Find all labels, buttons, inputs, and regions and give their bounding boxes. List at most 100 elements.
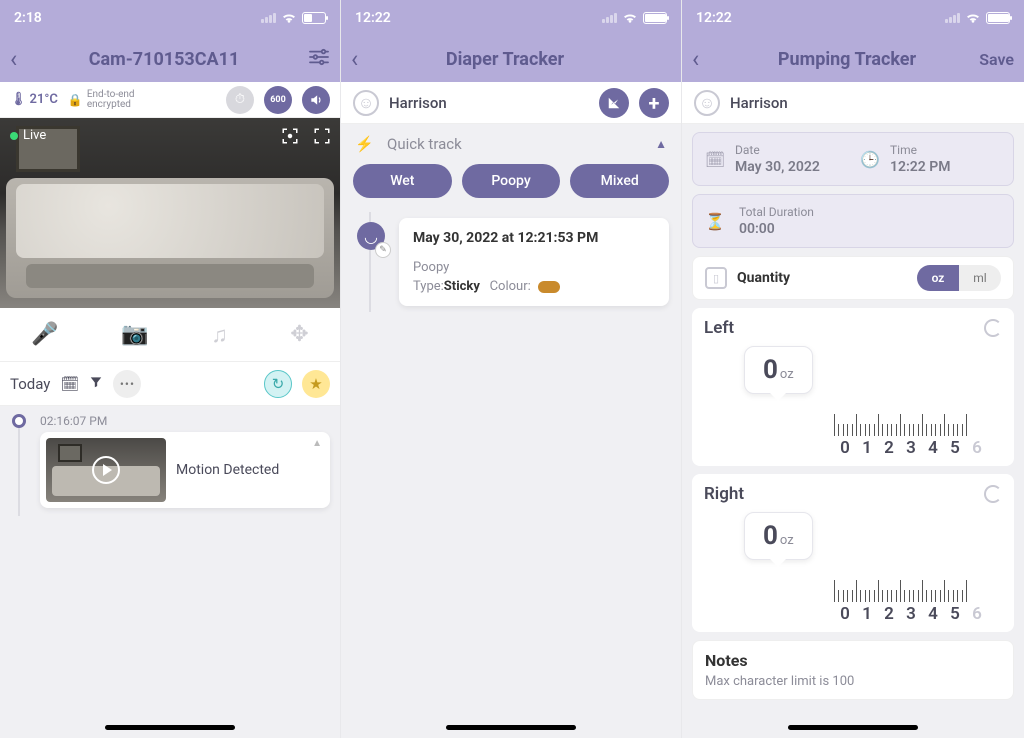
timeline-pin-icon <box>12 414 26 428</box>
battery-icon <box>302 12 326 24</box>
back-button[interactable]: ‹ <box>692 45 720 73</box>
pan-button[interactable]: ✥ <box>290 322 308 347</box>
nav-bar: ‹ Pumping Tracker Save <box>682 36 1024 82</box>
child-selector[interactable]: ☺ Harrison + <box>341 82 681 124</box>
speaker-icon <box>309 93 323 107</box>
left-slider[interactable]: 0123456 <box>704 406 1002 466</box>
signal-icon <box>602 13 617 23</box>
signal-icon <box>261 13 276 23</box>
ruler-numbers: 0123456 <box>834 438 1002 458</box>
settings-button[interactable] <box>290 48 330 70</box>
page-title: Diaper Tracker <box>379 49 631 70</box>
focus-button[interactable] <box>280 126 300 146</box>
video-feed[interactable]: Live <box>0 118 340 308</box>
ruler-ticks <box>834 414 1002 436</box>
back-button[interactable]: ‹ <box>10 45 38 73</box>
page-title: Cam-710153CA11 <box>38 49 290 70</box>
status-bar: 2:18 <box>0 0 340 36</box>
calendar-icon: 🗓 <box>705 150 725 169</box>
quick-track-header[interactable]: ⚡ Quick track ▲ <box>341 124 681 164</box>
left-label: Left <box>704 318 734 338</box>
star-badge[interactable]: ★ <box>302 370 330 398</box>
quick-track-label: Quick track <box>387 135 462 153</box>
lock-icon: 🔒 <box>68 94 83 106</box>
diaper-timeline: ◡ ✎ May 30, 2022 at 12:21:53 PM Poopy Ty… <box>341 212 681 312</box>
add-button[interactable]: + <box>639 88 669 118</box>
left-value-bubble: 0oz <box>744 346 813 394</box>
calendar-button[interactable]: 🗓 <box>60 375 79 393</box>
unit-oz[interactable]: oz <box>917 265 959 291</box>
refresh-badge[interactable]: ↻ <box>264 370 292 398</box>
right-side-block: Right 0oz 0123456 <box>692 474 1014 632</box>
notes-heading: Notes <box>705 651 1001 670</box>
wifi-icon <box>965 12 981 24</box>
alert-icon[interactable]: ⏱ <box>226 86 254 114</box>
ruler-numbers: 0123456 <box>834 604 1002 624</box>
pumping-screen: 12:22 ‹ Pumping Tracker Save ☺ Harrison … <box>682 0 1024 738</box>
speaker-button[interactable] <box>302 86 330 114</box>
temperature: 🌡 21°C <box>10 92 58 107</box>
snapshot-button[interactable]: 📷 <box>121 322 148 347</box>
save-button[interactable]: Save <box>974 50 1014 69</box>
entry-meta: Type:Sticky Colour: <box>413 279 655 294</box>
nav-bar: ‹ Diaper Tracker <box>341 36 681 82</box>
quick-track-options: Wet Poopy Mixed <box>341 164 681 212</box>
diaper-entry-card[interactable]: May 30, 2022 at 12:21:53 PM Poopy Type:S… <box>399 218 669 306</box>
thermometer-icon: 🌡 <box>10 92 27 107</box>
quantity-card: ▯ Quantity oz ml <box>692 256 1014 300</box>
stats-button[interactable] <box>599 88 629 118</box>
lullaby-button[interactable]: ♫ <box>211 322 228 348</box>
event-label: Motion Detected <box>176 462 324 478</box>
event-card[interactable]: Motion Detected ▲ <box>40 432 330 508</box>
edit-entry-button[interactable]: ✎ <box>375 242 391 258</box>
home-indicator[interactable] <box>788 725 918 730</box>
fullscreen-button[interactable] <box>312 126 332 146</box>
entry-timestamp: May 30, 2022 at 12:21:53 PM <box>413 230 655 246</box>
recording-badge[interactable]: 600 <box>264 86 292 114</box>
battery-icon <box>643 12 667 24</box>
home-indicator[interactable] <box>446 725 576 730</box>
camera-actions: 🎤 📷 ♫ ✥ <box>0 308 340 362</box>
timeline-toolbar: Today 🗓 ••• ↻ ★ <box>0 362 340 406</box>
collapse-icon: ▲ <box>655 137 667 151</box>
unit-toggle[interactable]: oz ml <box>917 265 1001 291</box>
left-side-block: Left 0oz 0123456 <box>692 308 1014 466</box>
event-thumbnail[interactable] <box>46 438 166 502</box>
status-bar: 12:22 <box>682 0 1024 36</box>
duration-card[interactable]: ⏳ Total Duration 00:00 <box>692 194 1014 248</box>
right-value-bubble: 0oz <box>744 512 813 560</box>
more-button[interactable]: ••• <box>113 370 141 398</box>
unit-ml[interactable]: ml <box>959 265 1001 291</box>
filter-button[interactable] <box>89 375 103 393</box>
wifi-icon <box>622 12 638 24</box>
colour-swatch <box>538 281 560 293</box>
option-wet[interactable]: Wet <box>353 164 452 198</box>
hourglass-icon: ⏳ <box>705 212 725 231</box>
child-name: Harrison <box>730 94 788 112</box>
option-mixed[interactable]: Mixed <box>570 164 669 198</box>
encryption-badge: 🔒 End-to-endencrypted <box>68 90 135 110</box>
chart-icon <box>607 96 621 110</box>
nav-bar: ‹ Cam-710153CA11 <box>0 36 340 82</box>
diaper-screen: 12:22 ‹ Diaper Tracker ☺ Harrison + ⚡ Qu… <box>341 0 682 738</box>
status-time: 12:22 <box>355 10 391 26</box>
wifi-icon <box>281 12 297 24</box>
child-selector[interactable]: ☺ Harrison <box>682 82 1024 124</box>
datetime-card[interactable]: 🗓 Date May 30, 2022 🕒 Time 12:22 PM <box>692 132 1014 186</box>
option-poopy[interactable]: Poopy <box>462 164 561 198</box>
child-icon: ☺ <box>694 90 720 116</box>
camera-screen: 2:18 ‹ Cam-710153CA11 🌡 21°C 🔒 End-to-en… <box>0 0 341 738</box>
reset-right-button[interactable] <box>984 485 1002 503</box>
mic-button[interactable]: 🎤 <box>31 322 58 347</box>
bottle-icon: ▯ <box>705 267 727 289</box>
notes-card[interactable]: Notes Max character limit is 100 <box>692 640 1014 700</box>
chevron-up-icon: ▲ <box>312 438 322 449</box>
battery-icon <box>986 12 1010 24</box>
reset-left-button[interactable] <box>984 319 1002 337</box>
back-button[interactable]: ‹ <box>351 45 379 73</box>
right-slider[interactable]: 0123456 <box>704 572 1002 632</box>
home-indicator[interactable] <box>105 725 235 730</box>
filter-icon <box>89 375 103 389</box>
live-indicator: Live <box>10 128 46 143</box>
child-icon: ☺ <box>353 90 379 116</box>
